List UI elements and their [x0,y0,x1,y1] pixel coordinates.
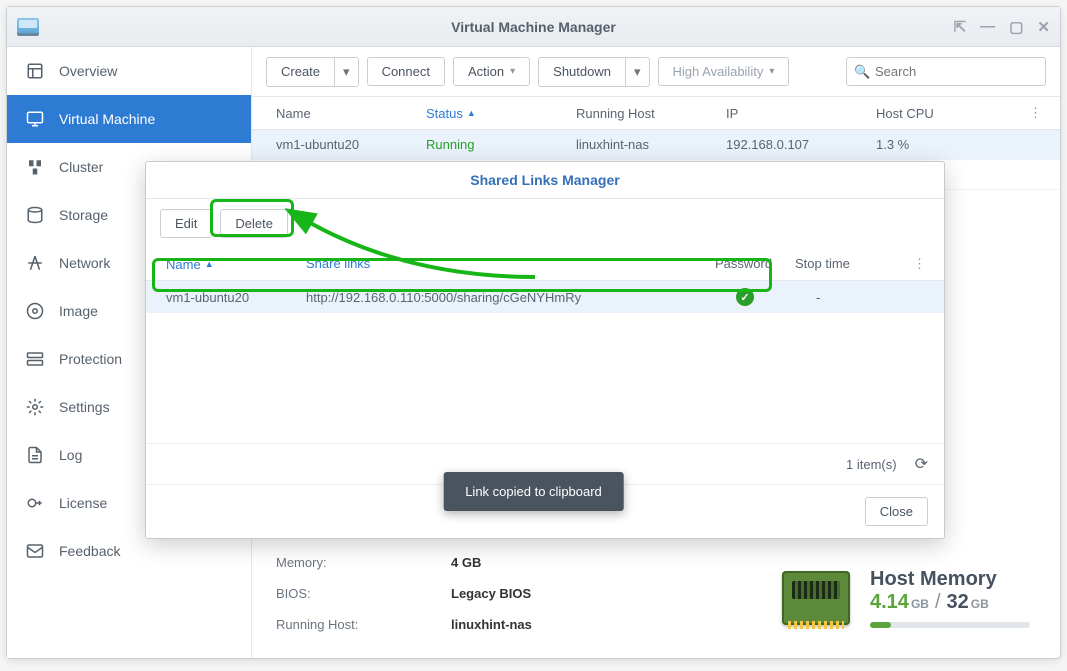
modal-col-stop[interactable]: Stop time [789,248,909,280]
modal-cell-stop: - [810,284,930,311]
memory-chip-icon [782,571,850,625]
sidebar-item-label: Cluster [59,159,103,175]
cell-name: vm1-ubuntu20 [266,132,416,157]
create-split-button[interactable]: Create ▾ [266,57,359,87]
sidebar-item-label: Protection [59,351,122,367]
sort-asc-icon: ▲ [467,108,476,118]
feedback-icon [25,541,45,561]
toolbar: Create ▾ Connect Action Shutdown ▾ High … [252,47,1060,97]
host-memory-value: 4.14GB/32GB [870,591,1030,614]
cell-ip: 192.168.0.107 [716,132,866,157]
cell-cpu: 1.3 % [866,132,996,157]
sidebar-item-label: Storage [59,207,108,223]
close-button[interactable]: Close [865,497,928,526]
create-button[interactable]: Create [266,57,334,87]
shutdown-dropdown-caret[interactable]: ▾ [625,57,650,87]
ha-button[interactable]: High Availability [658,57,790,86]
sidebar-item-overview[interactable]: Overview [7,47,251,95]
shutdown-split-button[interactable]: Shutdown ▾ [538,57,649,87]
network-icon [25,253,45,273]
toast-message: Link copied to clipboard [443,472,624,511]
host-memory-title: Host Memory [870,568,1030,591]
titlebar: Virtual Machine Manager ⇱ — ▢ ✕ [7,7,1060,47]
modal-col-link[interactable]: Share links [300,248,709,280]
check-icon: ✓ [736,288,754,306]
modal-table-row[interactable]: vm1-ubuntu20 http://192.168.0.110:5000/s… [146,281,944,313]
sidebar-item-label: Image [59,303,98,319]
host-memory-bar [870,622,1030,628]
col-host[interactable]: Running Host [566,97,716,129]
refresh-icon[interactable]: ⟳ [915,454,928,474]
sidebar-item-label: License [59,495,107,511]
col-name[interactable]: Name [266,97,416,129]
sidebar-item-label: Settings [59,399,110,415]
col-ip[interactable]: IP [716,97,866,129]
col-more-icon[interactable]: ⋮ [1025,97,1046,129]
window-title: Virtual Machine Manager [451,19,616,35]
maximize-icon[interactable]: ▢ [1009,18,1023,36]
sort-asc-icon: ▲ [205,259,214,269]
overview-icon [25,61,45,81]
pin-icon[interactable]: ⇱ [954,18,967,36]
image-icon [25,301,45,321]
app-icon [17,18,39,36]
modal-col-password[interactable]: Password [709,248,789,280]
modal-item-count: 1 item(s) [846,457,897,472]
table-row[interactable]: vm1-ubuntu20 Running linuxhint-nas 192.1… [252,130,1060,160]
search-icon: 🔍 [854,64,870,80]
license-icon [25,493,45,513]
cell-status: Running [416,132,566,157]
connect-button[interactable]: Connect [367,57,445,86]
modal-cell-link: http://192.168.0.110:5000/sharing/cGeNYH… [300,284,730,311]
sidebar-item-label: Virtual Machine [59,111,155,127]
sidebar-item-label: Network [59,255,110,271]
edit-button[interactable]: Edit [160,209,212,238]
modal-col-name[interactable]: Name ▲ [160,248,300,280]
settings-icon [25,397,45,417]
action-button[interactable]: Action [453,57,530,86]
log-icon [25,445,45,465]
modal-cell-name: vm1-ubuntu20 [160,284,300,311]
minimize-icon[interactable]: — [980,18,995,36]
delete-button[interactable]: Delete [220,209,288,238]
cell-host: linuxhint-nas [566,132,716,157]
sidebar-item-label: Feedback [59,543,120,559]
create-dropdown-caret[interactable]: ▾ [334,57,359,87]
vm-table-header: Name Status ▲ Running Host IP Host CPU ⋮ [252,97,1060,130]
shutdown-button[interactable]: Shutdown [538,57,625,87]
sidebar-item-label: Log [59,447,82,463]
modal-col-more-icon[interactable]: ⋮ [909,248,930,280]
modal-title: Shared Links Manager [146,162,944,199]
host-memory-card: Host Memory 4.14GB/32GB [782,568,1030,628]
search-input[interactable] [846,57,1046,86]
cluster-icon [25,157,45,177]
search-wrapper: 🔍 [846,57,1046,86]
vm-icon [25,109,45,129]
close-icon[interactable]: ✕ [1037,18,1050,36]
protection-icon [25,349,45,369]
sidebar-item-label: Overview [59,63,117,79]
col-cpu[interactable]: Host CPU [866,97,996,129]
sidebar-item-virtual-machine[interactable]: Virtual Machine [7,95,251,143]
modal-cell-password: ✓ [730,282,810,312]
col-status[interactable]: Status ▲ [416,97,566,129]
storage-icon [25,205,45,225]
